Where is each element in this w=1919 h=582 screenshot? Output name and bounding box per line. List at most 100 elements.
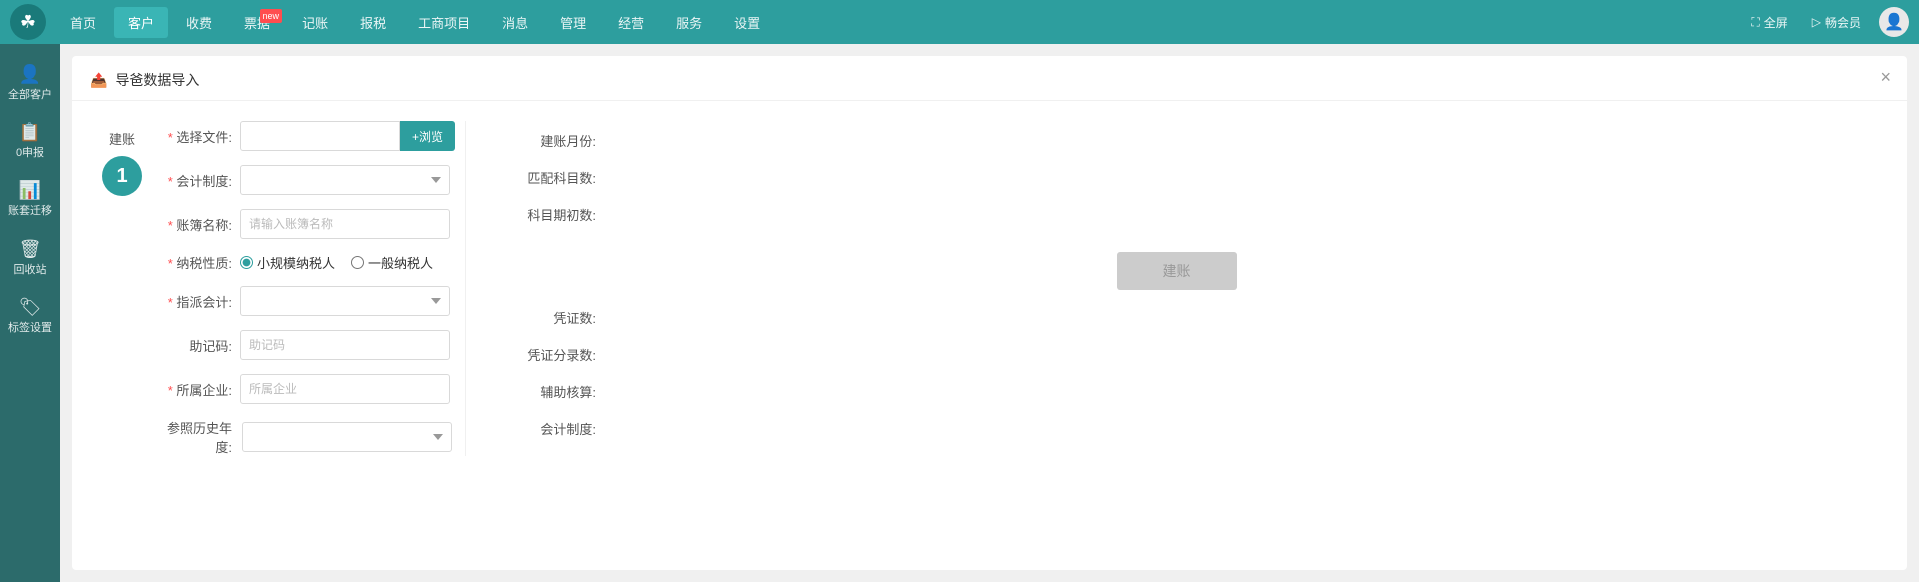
member-btn[interactable]: ▷ 畅会员 <box>1806 11 1867 34</box>
accounting-system-label: 会计制度: <box>162 171 232 190</box>
info-panel: 建账月份: 匹配科目数: 科目期初数: 建账 <box>476 121 1877 456</box>
trash-icon: 🗑 <box>19 239 42 260</box>
subject-initial-label: 科目期初数: <box>506 205 596 224</box>
ref-history-row: 参照历史年度: <box>162 418 455 456</box>
browse-button[interactable]: +浏览 <box>400 121 455 151</box>
top-nav: ☘ 首页客户收费票据new记账报税工商项目消息管理经营服务设置 ⛶ 全屏 ▷ 畅… <box>0 0 1919 44</box>
build-month-label: 建账月份: <box>506 131 596 150</box>
member-label: 畅会员 <box>1825 14 1861 31</box>
sidebar-item-label: 账套迁移 <box>8 205 52 218</box>
nav-item-settings[interactable]: 设置 <box>720 7 774 38</box>
nav-item-operation[interactable]: 经营 <box>604 7 658 38</box>
form-left: 建账 1 选择文件: +浏览 <box>102 121 455 456</box>
nav-item-customer[interactable]: 客户 <box>114 7 168 38</box>
panel: 📤 导爸数据导入 × 建账 1 <box>72 56 1907 570</box>
user-icon: 👤 <box>19 64 41 85</box>
close-button[interactable]: × <box>1880 68 1891 86</box>
fullscreen-btn[interactable]: ⛶ 全屏 <box>1745 11 1793 34</box>
tax-type-label: 纳税性质: <box>162 253 232 272</box>
voucher-label: 凭证数: <box>506 308 596 327</box>
file-select-label: 选择文件: <box>162 127 232 146</box>
radio-small-tax-input[interactable] <box>240 256 253 269</box>
tax-type-group: 小规模纳税人 一般纳税人 <box>240 253 433 272</box>
memo-code-input[interactable] <box>240 330 450 360</box>
accounting-system-select[interactable] <box>240 165 450 195</box>
subject-initial-row: 科目期初数: <box>506 205 1847 224</box>
panel-header: 📤 导爸数据导入 × <box>72 56 1907 101</box>
step-badge: 1 <box>102 156 142 196</box>
form-rows: 选择文件: +浏览 会计制度: <box>162 121 455 456</box>
vertical-divider <box>465 121 466 456</box>
nav-item-account[interactable]: 记账 <box>288 7 342 38</box>
affiliated-company-row: 所属企业: <box>162 374 455 404</box>
tax-type-row: 纳税性质: 小规模纳税人 一般纳税人 <box>162 253 455 272</box>
radio-general-tax-input[interactable] <box>351 256 364 269</box>
nav-items: 首页客户收费票据new记账报税工商项目消息管理经营服务设置 <box>56 7 1745 38</box>
ledger-name-label: 账簿名称: <box>162 215 232 234</box>
voucher-row: 凭证数: <box>506 308 1847 327</box>
voucher-entries-row: 凭证分录数: <box>506 345 1847 364</box>
panel-title: 导爸数据导入 <box>115 70 199 90</box>
sidebar-item-label: 回收站 <box>14 264 47 277</box>
user-icon: 👤 <box>1884 12 1904 32</box>
build-month-row: 建账月份: <box>506 131 1847 150</box>
affiliated-company-input[interactable] <box>240 374 450 404</box>
assign-accountant-row: 指派会计: <box>162 286 455 316</box>
migration-icon: 📊 <box>19 180 41 201</box>
radio-general-tax-label: 一般纳税人 <box>368 253 433 272</box>
aux-accounting-label: 辅助核算: <box>506 382 596 401</box>
sidebar-item-label: 0申报 <box>16 147 44 160</box>
file-input[interactable] <box>240 121 400 151</box>
nav-item-tax[interactable]: 报税 <box>346 7 400 38</box>
nav-item-service[interactable]: 服务 <box>662 7 716 38</box>
nav-item-message[interactable]: 消息 <box>488 7 542 38</box>
fullscreen-icon: ⛶ <box>1751 15 1759 30</box>
ledger-name-input[interactable] <box>240 209 450 239</box>
upload-icon: 📤 <box>90 72 107 89</box>
accounting-system-row: 会计制度: <box>162 165 455 195</box>
sidebar-item-label: 标签设置 <box>8 322 52 335</box>
nav-item-business[interactable]: 工商项目 <box>404 7 484 38</box>
form-body: 建账 1 选择文件: +浏览 <box>72 101 1907 476</box>
file-select-row: 选择文件: +浏览 <box>162 121 455 151</box>
sidebar: 👤 全部客户 📋 0申报 📊 账套迁移 🗑 回收站 🏷 标签设置 <box>0 44 60 582</box>
nav-item-invoice[interactable]: 票据new <box>230 7 284 38</box>
radio-small-tax[interactable]: 小规模纳税人 <box>240 253 335 272</box>
play-icon: ▷ <box>1812 15 1821 29</box>
build-button[interactable]: 建账 <box>1117 252 1237 290</box>
match-subject-row: 匹配科目数: <box>506 168 1847 187</box>
ref-history-select[interactable] <box>242 422 452 452</box>
app-logo: ☘ <box>10 4 46 40</box>
avatar[interactable]: 👤 <box>1879 7 1909 37</box>
memo-code-label: 助记码: <box>162 336 232 355</box>
main-layout: 👤 全部客户 📋 0申报 📊 账套迁移 🗑 回收站 🏷 标签设置 📤 导爸数据导… <box>0 44 1919 582</box>
sidebar-item-tag-settings[interactable]: 🏷 标签设置 <box>0 287 60 345</box>
info-accounting-system-row: 会计制度: <box>506 419 1847 438</box>
info-accounting-system-label: 会计制度: <box>506 419 596 438</box>
sidebar-item-declaration[interactable]: 📋 0申报 <box>0 112 60 170</box>
build-label: 建账 <box>109 129 135 148</box>
memo-code-row: 助记码: <box>162 330 455 360</box>
right-actions: ⛶ 全屏 ▷ 畅会员 👤 <box>1745 7 1909 37</box>
aux-accounting-row: 辅助核算: <box>506 382 1847 401</box>
sidebar-item-recycle[interactable]: 🗑 回收站 <box>0 229 60 287</box>
affiliated-company-label: 所属企业: <box>162 380 232 399</box>
ref-history-label: 参照历史年度: <box>162 418 232 456</box>
radio-general-tax[interactable]: 一般纳税人 <box>351 253 433 272</box>
sidebar-item-all-customers[interactable]: 👤 全部客户 <box>0 54 60 112</box>
assign-accountant-select[interactable] <box>240 286 450 316</box>
voucher-entries-label: 凭证分录数: <box>506 345 596 364</box>
nav-item-fee[interactable]: 收费 <box>172 7 226 38</box>
sidebar-item-label: 全部客户 <box>8 89 52 102</box>
radio-small-tax-label: 小规模纳税人 <box>257 253 335 272</box>
nav-item-home[interactable]: 首页 <box>56 7 110 38</box>
ledger-name-row: 账簿名称: <box>162 209 455 239</box>
fullscreen-label: 全屏 <box>1764 14 1788 31</box>
nav-item-manage[interactable]: 管理 <box>546 7 600 38</box>
sidebar-item-account-migration[interactable]: 📊 账套迁移 <box>0 170 60 228</box>
file-input-group: +浏览 <box>240 121 455 151</box>
content-area: 📤 导爸数据导入 × 建账 1 <box>60 44 1919 582</box>
build-section: 建账 1 <box>102 129 142 196</box>
build-btn-area: 建账 <box>506 252 1847 290</box>
match-subject-label: 匹配科目数: <box>506 168 596 187</box>
